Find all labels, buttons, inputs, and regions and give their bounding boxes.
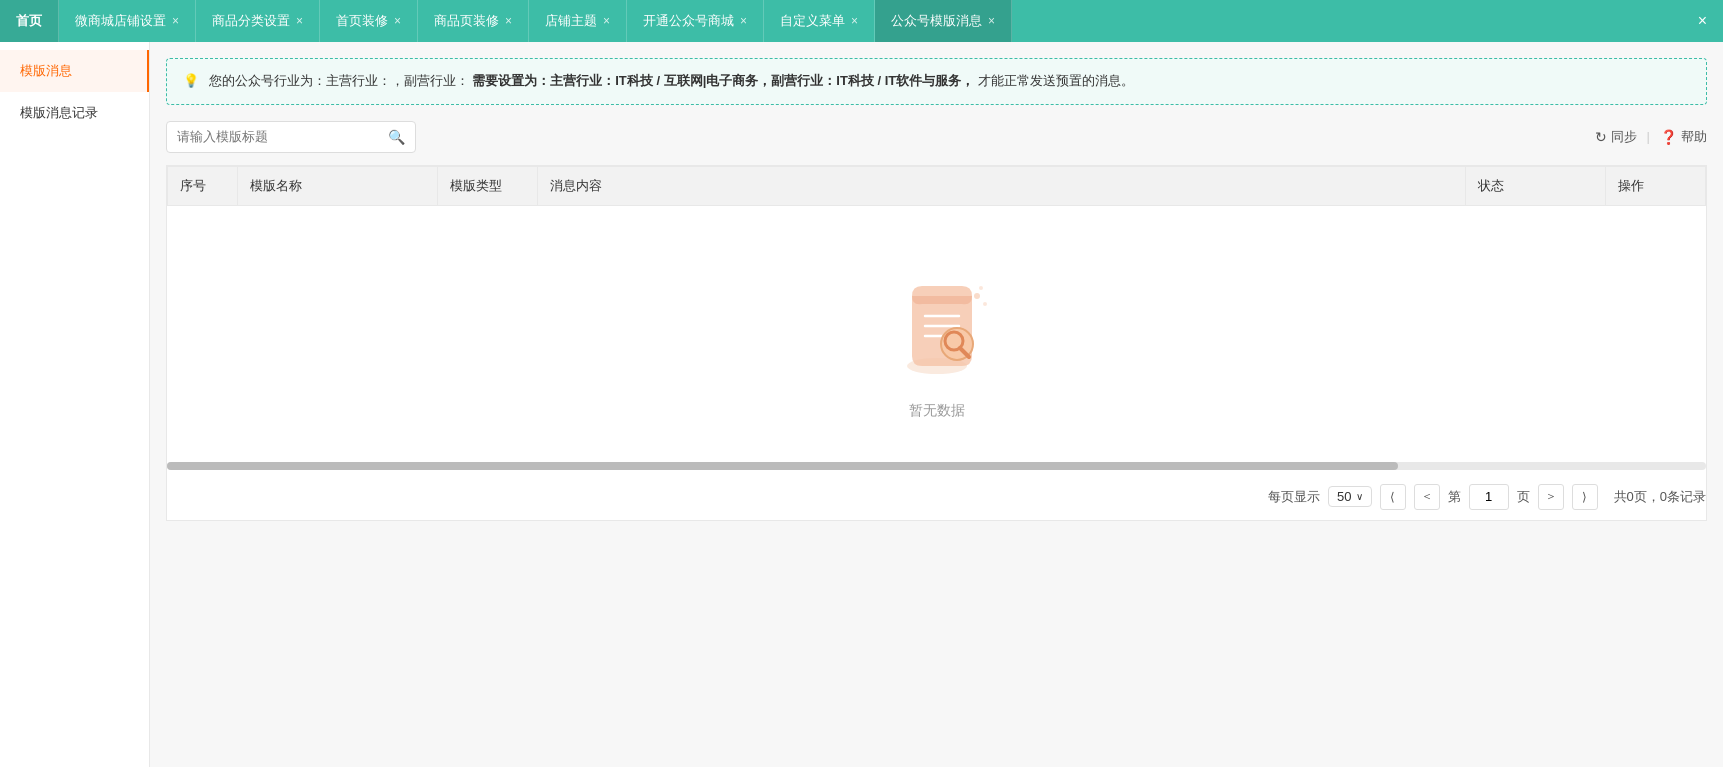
tab-custom-menu[interactable]: 自定义菜单 × [764,0,875,42]
horizontal-scrollbar[interactable] [167,462,1706,474]
notice-box: 💡 您的公众号行业为：主营行业：，副营行业： 需要设置为：主营行业：IT科技 /… [166,58,1707,105]
sidebar-item-template-msg[interactable]: 模版消息 [0,50,149,92]
pagination: 每页显示 50 ∨ ⟨ ＜ 第 1 页 ＞ ⟩ [167,474,1706,520]
top-nav: 首页 微商城店铺设置 × 商品分类设置 × 首页装修 × 商品页装修 × 店铺主… [0,0,1723,42]
table-container: 序号 模版名称 模版类型 消息内容 状态 操作 [166,165,1707,521]
tab-store-settings-label: 微商城店铺设置 [75,12,166,30]
notice-text-1: 您的公众号行业为：主营行业：，副营行业： [209,73,469,88]
tab-open-mall-label: 开通公众号商城 [643,12,734,30]
sidebar: 模版消息 模版消息记录 [0,42,150,767]
empty-illustration [877,266,997,386]
help-icon: ❓ [1660,129,1677,145]
close-all-tabs-button[interactable]: × [1682,12,1723,30]
tab-template-msg[interactable]: 公众号模版消息 × [875,0,1012,42]
svg-point-7 [974,293,980,299]
tab-home-decoration[interactable]: 首页装修 × [320,0,418,42]
col-type: 模版类型 [438,166,538,205]
col-status: 状态 [1466,166,1606,205]
tab-store-theme-label: 店铺主题 [545,12,597,30]
prev-page-icon: ＜ [1421,488,1433,505]
per-page-value: 50 [1337,489,1351,504]
sync-label: 同步 [1611,128,1637,146]
close-home-decoration-icon[interactable]: × [394,14,401,28]
next-page-button[interactable]: ＞ [1538,484,1564,510]
tab-category-settings[interactable]: 商品分类设置 × [196,0,320,42]
close-open-mall-icon[interactable]: × [740,14,747,28]
tab-store-settings[interactable]: 微商城店铺设置 × [59,0,196,42]
empty-text: 暂无数据 [909,402,965,420]
next-page-icon: ＞ [1545,488,1557,505]
tab-product-decoration[interactable]: 商品页装修 × [418,0,529,42]
per-page-label: 每页显示 [1268,488,1320,506]
tab-open-mall[interactable]: 开通公众号商城 × [627,0,764,42]
sidebar-item-template-record-label: 模版消息记录 [20,105,98,120]
col-name: 模版名称 [238,166,438,205]
tab-template-msg-label: 公众号模版消息 [891,12,982,30]
last-page-icon: ⟩ [1582,490,1587,504]
content-area: 💡 您的公众号行业为：主营行业：，副营行业： 需要设置为：主营行业：IT科技 /… [150,42,1723,767]
close-store-settings-icon[interactable]: × [172,14,179,28]
close-custom-menu-icon[interactable]: × [851,14,858,28]
help-button[interactable]: ❓ 帮助 [1660,128,1707,146]
close-product-decoration-icon[interactable]: × [505,14,512,28]
scrollbar-track [167,462,1706,470]
close-template-msg-icon[interactable]: × [988,14,995,28]
sync-button[interactable]: ↻ 同步 [1595,128,1637,146]
search-input-wrap: 🔍 [166,121,416,153]
search-input[interactable] [177,129,388,144]
svg-point-9 [979,286,983,290]
sync-icon: ↻ [1595,129,1607,145]
toolbar-divider: | [1647,129,1650,144]
sidebar-item-template-msg-label: 模版消息 [20,63,72,78]
close-category-settings-icon[interactable]: × [296,14,303,28]
tab-home-label: 首页 [16,12,42,30]
main-layout: 模版消息 模版消息记录 💡 您的公众号行业为：主营行业：，副营行业： 需要设置为… [0,42,1723,767]
close-store-theme-icon[interactable]: × [603,14,610,28]
first-page-icon: ⟨ [1390,490,1395,504]
tab-custom-menu-label: 自定义菜单 [780,12,845,30]
help-label: 帮助 [1681,128,1707,146]
page-label: 第 [1448,488,1461,506]
data-table: 序号 模版名称 模版类型 消息内容 状态 操作 [167,166,1706,460]
tab-store-theme[interactable]: 店铺主题 × [529,0,627,42]
sidebar-item-template-record[interactable]: 模版消息记录 [0,92,149,134]
col-action: 操作 [1606,166,1706,205]
col-content: 消息内容 [538,166,1466,205]
toolbar-right: ↻ 同步 | ❓ 帮助 [1595,128,1707,146]
first-page-button[interactable]: ⟨ [1380,484,1406,510]
empty-state: 暂无数据 [168,206,1706,460]
col-index: 序号 [168,166,238,205]
notice-text-2: 才能正常发送预置的消息。 [978,73,1134,88]
notice-highlight: 需要设置为：主营行业：IT科技 / 互联网|电子商务，副营行业：IT科技 / I… [472,73,974,88]
tab-home[interactable]: 首页 [0,0,59,42]
scrollbar-thumb[interactable] [167,462,1398,470]
current-page-input[interactable]: 1 [1469,484,1509,510]
per-page-chevron-icon: ∨ [1356,491,1363,502]
search-bar: 🔍 ↻ 同步 | ❓ 帮助 [166,121,1707,153]
tab-product-decoration-label: 商品页装修 [434,12,499,30]
svg-point-8 [983,302,987,306]
per-page-select[interactable]: 50 ∨ [1328,486,1371,507]
tab-category-settings-label: 商品分类设置 [212,12,290,30]
page-unit: 页 [1517,488,1530,506]
search-icon[interactable]: 🔍 [388,129,405,145]
notice-icon: 💡 [183,73,199,88]
total-label: 共0页，0条记录 [1614,488,1706,506]
prev-page-button[interactable]: ＜ [1414,484,1440,510]
tab-home-decoration-label: 首页装修 [336,12,388,30]
last-page-button[interactable]: ⟩ [1572,484,1598,510]
